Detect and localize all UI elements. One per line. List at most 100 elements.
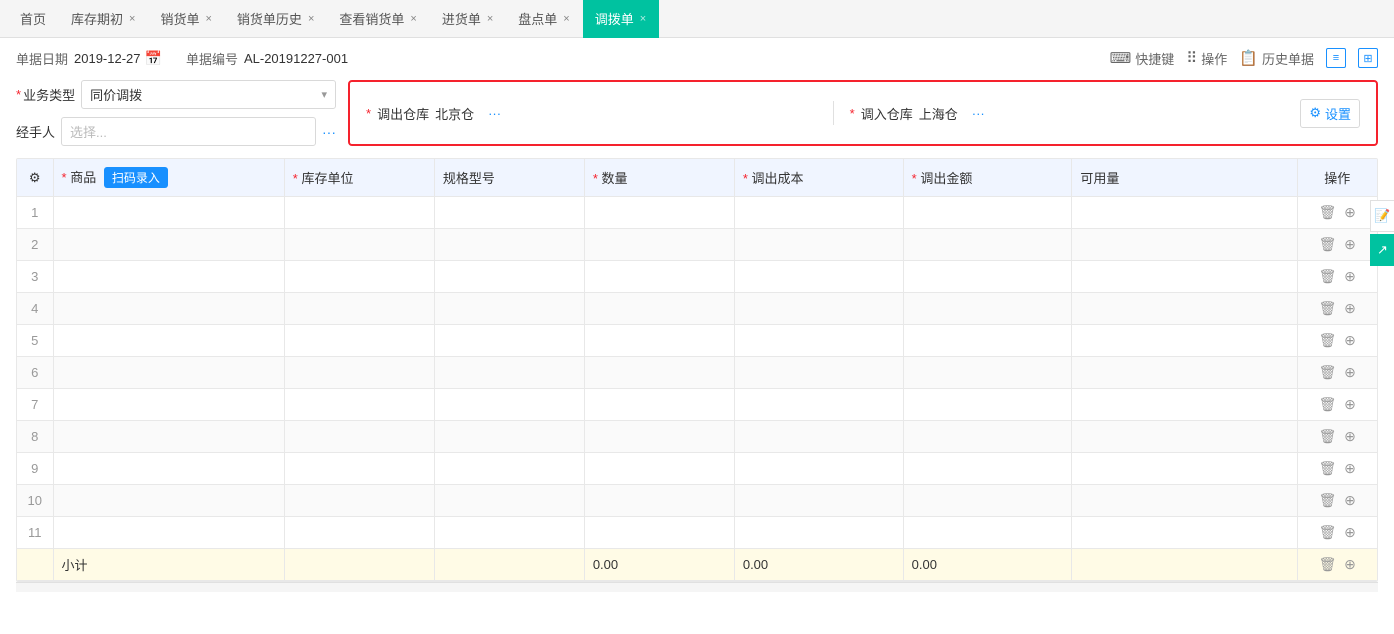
row-transfer-amount[interactable]	[903, 261, 1072, 293]
tab-close-inventory-check[interactable]: ×	[563, 13, 569, 25]
row-unit[interactable]	[284, 357, 434, 389]
row-transfer-amount[interactable]	[903, 229, 1072, 261]
row-qty[interactable]	[584, 517, 734, 549]
row-product[interactable]	[53, 389, 284, 421]
row-transfer-cost[interactable]	[734, 485, 903, 517]
tab-sales-order[interactable]: 销货单 ×	[148, 0, 224, 38]
row-available-qty[interactable]	[1072, 325, 1297, 357]
row-transfer-amount[interactable]	[903, 453, 1072, 485]
delete-icon[interactable]: 🗑	[1319, 268, 1337, 285]
tab-close-transfer-order[interactable]: ×	[640, 13, 646, 25]
tab-close-sales-history[interactable]: ×	[308, 13, 314, 25]
row-product[interactable]	[53, 485, 284, 517]
row-transfer-amount[interactable]	[903, 485, 1072, 517]
delete-icon[interactable]: 🗑	[1319, 524, 1337, 541]
row-qty[interactable]	[584, 421, 734, 453]
row-spec[interactable]	[434, 357, 584, 389]
row-product[interactable]	[53, 261, 284, 293]
row-unit[interactable]	[284, 261, 434, 293]
row-unit[interactable]	[284, 229, 434, 261]
row-transfer-cost[interactable]	[734, 261, 903, 293]
row-transfer-cost[interactable]	[734, 293, 903, 325]
copy-icon[interactable]: ⊕	[1344, 236, 1356, 253]
tab-transfer-order[interactable]: 调拨单 ×	[583, 0, 659, 38]
row-spec[interactable]	[434, 421, 584, 453]
row-unit[interactable]	[284, 197, 434, 229]
row-spec[interactable]	[434, 485, 584, 517]
delete-icon[interactable]: 🗑	[1319, 204, 1337, 221]
row-transfer-amount[interactable]	[903, 293, 1072, 325]
row-spec[interactable]	[434, 197, 584, 229]
copy-icon[interactable]: ⊕	[1344, 204, 1356, 221]
row-spec[interactable]	[434, 293, 584, 325]
row-product[interactable]	[53, 517, 284, 549]
row-unit[interactable]	[284, 421, 434, 453]
history-btn[interactable]: 📋 历史单据	[1239, 49, 1314, 68]
row-transfer-cost[interactable]	[734, 453, 903, 485]
scroll-bar[interactable]	[16, 582, 1378, 592]
row-qty[interactable]	[584, 229, 734, 261]
tab-inventory-init[interactable]: 库存期初 ×	[59, 0, 148, 38]
copy-icon[interactable]: ⊕	[1344, 492, 1356, 509]
row-available-qty[interactable]	[1072, 517, 1297, 549]
copy-icon[interactable]: ⊕	[1344, 396, 1356, 413]
row-transfer-cost[interactable]	[734, 325, 903, 357]
row-unit[interactable]	[284, 485, 434, 517]
subtotal-copy-icon[interactable]: ⊕	[1344, 556, 1356, 573]
row-unit[interactable]	[284, 293, 434, 325]
row-product[interactable]	[53, 197, 284, 229]
handler-more-btn[interactable]: ···	[322, 124, 336, 140]
row-qty[interactable]	[584, 357, 734, 389]
row-spec[interactable]	[434, 389, 584, 421]
row-transfer-amount[interactable]	[903, 421, 1072, 453]
row-available-qty[interactable]	[1072, 421, 1297, 453]
row-product[interactable]	[53, 453, 284, 485]
th-settings[interactable]: ⚙	[17, 159, 53, 197]
row-available-qty[interactable]	[1072, 293, 1297, 325]
note-btn[interactable]: 📝	[1370, 200, 1394, 232]
tab-close-view-sales[interactable]: ×	[410, 13, 416, 25]
out-warehouse-more-btn[interactable]: ···	[488, 106, 501, 121]
delete-icon[interactable]: 🗑	[1319, 396, 1337, 413]
copy-icon[interactable]: ⊕	[1344, 524, 1356, 541]
row-product[interactable]	[53, 325, 284, 357]
row-available-qty[interactable]	[1072, 389, 1297, 421]
layout-list-btn[interactable]: ≡	[1326, 48, 1346, 68]
in-warehouse-more-btn[interactable]: ···	[972, 106, 985, 121]
row-qty[interactable]	[584, 261, 734, 293]
tab-close-inventory-init[interactable]: ×	[129, 13, 135, 25]
row-qty[interactable]	[584, 453, 734, 485]
layout-grid-btn[interactable]: ⊞	[1358, 48, 1378, 68]
copy-icon[interactable]: ⊕	[1344, 332, 1356, 349]
row-available-qty[interactable]	[1072, 261, 1297, 293]
row-available-qty[interactable]	[1072, 197, 1297, 229]
delete-icon[interactable]: 🗑	[1319, 492, 1337, 509]
ops-btn[interactable]: ⠿ 操作	[1186, 49, 1227, 68]
row-qty[interactable]	[584, 389, 734, 421]
copy-icon[interactable]: ⊕	[1344, 268, 1356, 285]
row-unit[interactable]	[284, 389, 434, 421]
subtotal-delete-icon[interactable]: 🗑	[1319, 556, 1337, 573]
row-transfer-cost[interactable]	[734, 389, 903, 421]
row-qty[interactable]	[584, 197, 734, 229]
row-spec[interactable]	[434, 517, 584, 549]
tab-purchase-order[interactable]: 进货单 ×	[430, 0, 506, 38]
tab-close-sales-order[interactable]: ×	[205, 13, 211, 25]
tab-inventory-check[interactable]: 盘点单 ×	[506, 0, 582, 38]
row-product[interactable]	[53, 229, 284, 261]
row-transfer-cost[interactable]	[734, 421, 903, 453]
row-product[interactable]	[53, 293, 284, 325]
delete-icon[interactable]: 🗑	[1319, 460, 1337, 477]
row-transfer-cost[interactable]	[734, 357, 903, 389]
delete-icon[interactable]: 🗑	[1319, 428, 1337, 445]
row-transfer-cost[interactable]	[734, 197, 903, 229]
copy-icon[interactable]: ⊕	[1344, 428, 1356, 445]
delete-icon[interactable]: 🗑	[1319, 236, 1337, 253]
row-qty[interactable]	[584, 293, 734, 325]
handler-select[interactable]: 选择...	[61, 117, 316, 146]
biz-type-select[interactable]: 同价调拨 ▾	[81, 80, 336, 109]
scan-btn[interactable]: 扫码录入	[104, 167, 168, 188]
row-transfer-cost[interactable]	[734, 229, 903, 261]
row-qty[interactable]	[584, 485, 734, 517]
row-transfer-amount[interactable]	[903, 325, 1072, 357]
